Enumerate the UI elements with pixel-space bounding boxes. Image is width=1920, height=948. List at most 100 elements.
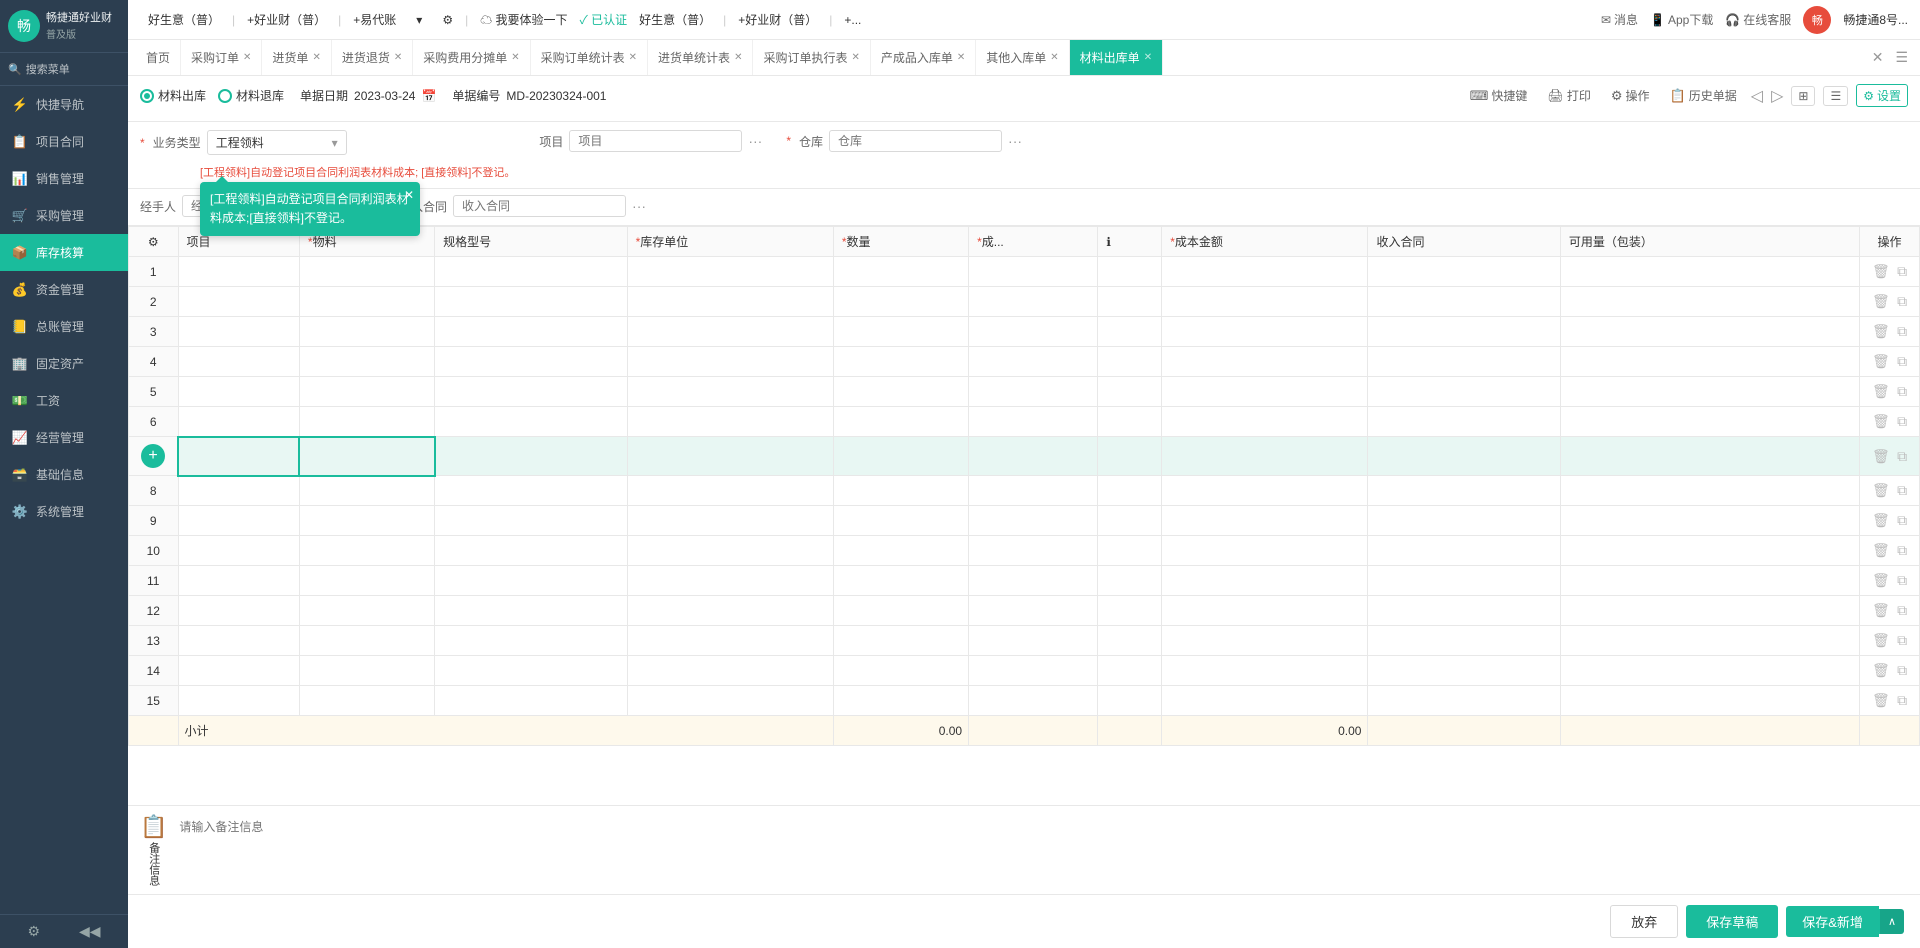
cell-income-contract[interactable] — [1368, 686, 1560, 716]
delete-row-btn[interactable]: 🗑 — [1870, 600, 1892, 620]
print-btn[interactable]: 🖨 打印 — [1541, 85, 1597, 106]
sidebar-item-quick-nav[interactable]: ⚡ 快捷导航 — [0, 86, 128, 123]
cell-cost-amount[interactable] — [1162, 686, 1368, 716]
cell-project[interactable] — [178, 287, 299, 317]
copy-row-btn[interactable]: ⧉ — [1895, 351, 1909, 371]
cell-cost-price[interactable] — [969, 506, 1098, 536]
cell-material[interactable] — [299, 257, 434, 287]
tab-incoming-return-close[interactable]: ✕ — [394, 52, 402, 63]
sidebar-item-project[interactable]: 📋 项目合同 — [0, 123, 128, 160]
cell-income-contract[interactable] — [1368, 287, 1560, 317]
delete-row-btn[interactable]: 🗑 — [1870, 411, 1892, 431]
cell-spec[interactable] — [435, 377, 627, 407]
cell-material[interactable] — [299, 476, 434, 506]
sidebar-item-basic[interactable]: 🗃️ 基础信息 — [0, 456, 128, 493]
shortcut-btn[interactable]: ⌨ 快捷键 — [1464, 85, 1534, 106]
sidebar-item-sales[interactable]: 📊 销售管理 — [0, 160, 128, 197]
tab-incoming-close[interactable]: ✕ — [312, 52, 320, 63]
cell-cost-amount[interactable] — [1162, 536, 1368, 566]
cell-warehouse-unit[interactable] — [627, 317, 833, 347]
copy-row-btn[interactable]: ⧉ — [1895, 690, 1909, 710]
tab-other-instock[interactable]: 其他入库单 ✕ — [976, 40, 1069, 76]
cell-quantity[interactable] — [833, 476, 968, 506]
sidebar-item-accounting[interactable]: 📒 总账管理 — [0, 308, 128, 345]
tab-material-outstock[interactable]: 材料出库单 ✕ — [1070, 40, 1163, 76]
cell-quantity[interactable] — [833, 407, 968, 437]
sidebar-item-salary[interactable]: 💵 工资 — [0, 382, 128, 419]
cell-quantity[interactable] — [833, 377, 968, 407]
cell-warehouse-unit[interactable] — [627, 596, 833, 626]
cell-project[interactable] — [178, 626, 299, 656]
cell-quantity[interactable] — [833, 536, 968, 566]
topbar-dropdown[interactable]: ▾ — [408, 9, 430, 31]
cell-project[interactable] — [178, 476, 299, 506]
sidebar-item-business[interactable]: 📈 经营管理 — [0, 419, 128, 456]
tab-menu-btn[interactable]: ☰ — [1891, 49, 1912, 66]
cell-income-contract[interactable] — [1368, 257, 1560, 287]
cell-spec[interactable] — [435, 347, 627, 377]
cell-spec[interactable] — [435, 317, 627, 347]
cell-spec[interactable] — [435, 596, 627, 626]
cell-project[interactable] — [178, 566, 299, 596]
tab-home[interactable]: 首页 — [136, 40, 181, 76]
cell-quantity[interactable] — [833, 596, 968, 626]
cell-income-contract-active[interactable] — [1368, 437, 1560, 476]
income-contract-dots-btn[interactable]: ··· — [632, 198, 646, 214]
tooltip-close-btn[interactable]: ✕ — [404, 186, 414, 205]
cell-cost-amount[interactable] — [1162, 377, 1368, 407]
cell-spec-active[interactable] — [435, 437, 627, 476]
cell-spec[interactable] — [435, 476, 627, 506]
cell-cost-price[interactable] — [969, 626, 1098, 656]
cell-warehouse-unit[interactable] — [627, 626, 833, 656]
cell-material[interactable] — [299, 287, 434, 317]
topbar-more[interactable]: +... — [836, 9, 869, 31]
sidebar-item-inventory[interactable]: 📦 库存核算 — [0, 234, 128, 271]
cell-material[interactable] — [299, 347, 434, 377]
copy-row-btn[interactable]: ⧉ — [1895, 321, 1909, 341]
notes-input[interactable] — [175, 814, 1908, 854]
topbar-app-download[interactable]: 📱 App下载 — [1650, 11, 1713, 28]
sidebar-item-capital[interactable]: 💰 资金管理 — [0, 271, 128, 308]
cell-warehouse-unit[interactable] — [627, 506, 833, 536]
delete-row-btn[interactable]: 🗑 — [1870, 540, 1892, 560]
cell-warehouse-unit[interactable] — [627, 566, 833, 596]
sidebar-item-fixed-assets[interactable]: 🏢 固定资产 — [0, 345, 128, 382]
topbar-plus-good2[interactable]: +好业财（普） — [730, 7, 825, 32]
settings-btn[interactable]: ⚙ 设置 — [1856, 84, 1908, 107]
cell-quantity[interactable] — [833, 686, 968, 716]
copy-row-btn[interactable]: ⧉ — [1895, 510, 1909, 530]
cell-cost-price[interactable] — [969, 686, 1098, 716]
tab-incoming-stats-close[interactable]: ✕ — [734, 52, 742, 63]
cell-income-contract[interactable] — [1368, 317, 1560, 347]
cell-quantity[interactable] — [833, 287, 968, 317]
add-row-btn[interactable]: + — [141, 444, 165, 468]
tab-purchase-order[interactable]: 采购订单 ✕ — [181, 40, 262, 76]
topbar-good-biz-1[interactable]: 好生意（普） — [140, 7, 228, 32]
cell-warehouse-unit[interactable] — [627, 476, 833, 506]
income-contract-input[interactable] — [453, 195, 626, 217]
cell-cost-price[interactable] — [969, 377, 1098, 407]
copy-row-btn[interactable]: ⧉ — [1895, 261, 1909, 281]
sidebar-collapse-btn[interactable]: ◀◀ — [79, 923, 101, 940]
discard-button[interactable]: 放弃 — [1610, 905, 1678, 938]
copy-row-btn[interactable]: ⧉ — [1895, 570, 1909, 590]
cell-income-contract[interactable] — [1368, 347, 1560, 377]
warehouse-input[interactable] — [829, 130, 1002, 152]
delete-row-btn[interactable]: 🗑 — [1870, 381, 1892, 401]
copy-row-btn[interactable]: ⧉ — [1895, 600, 1909, 620]
delete-row-btn[interactable]: 🗑 — [1870, 446, 1892, 466]
cell-spec[interactable] — [435, 287, 627, 317]
cell-warehouse-unit[interactable] — [627, 287, 833, 317]
cell-material[interactable] — [299, 626, 434, 656]
cell-income-contract[interactable] — [1368, 377, 1560, 407]
cell-spec[interactable] — [435, 407, 627, 437]
cell-cost-amount-active[interactable] — [1162, 437, 1368, 476]
cell-spec[interactable] — [435, 686, 627, 716]
tab-product-instock[interactable]: 产成品入库单 ✕ — [871, 40, 976, 76]
user-avatar[interactable]: 畅 — [1803, 6, 1831, 34]
tab-purchase-exec-close[interactable]: ✕ — [851, 52, 859, 63]
delete-row-btn[interactable]: 🗑 — [1870, 351, 1892, 371]
cell-material[interactable] — [299, 686, 434, 716]
cell-warehouse-unit[interactable] — [627, 686, 833, 716]
warehouse-dots-btn[interactable]: ··· — [1008, 133, 1022, 149]
